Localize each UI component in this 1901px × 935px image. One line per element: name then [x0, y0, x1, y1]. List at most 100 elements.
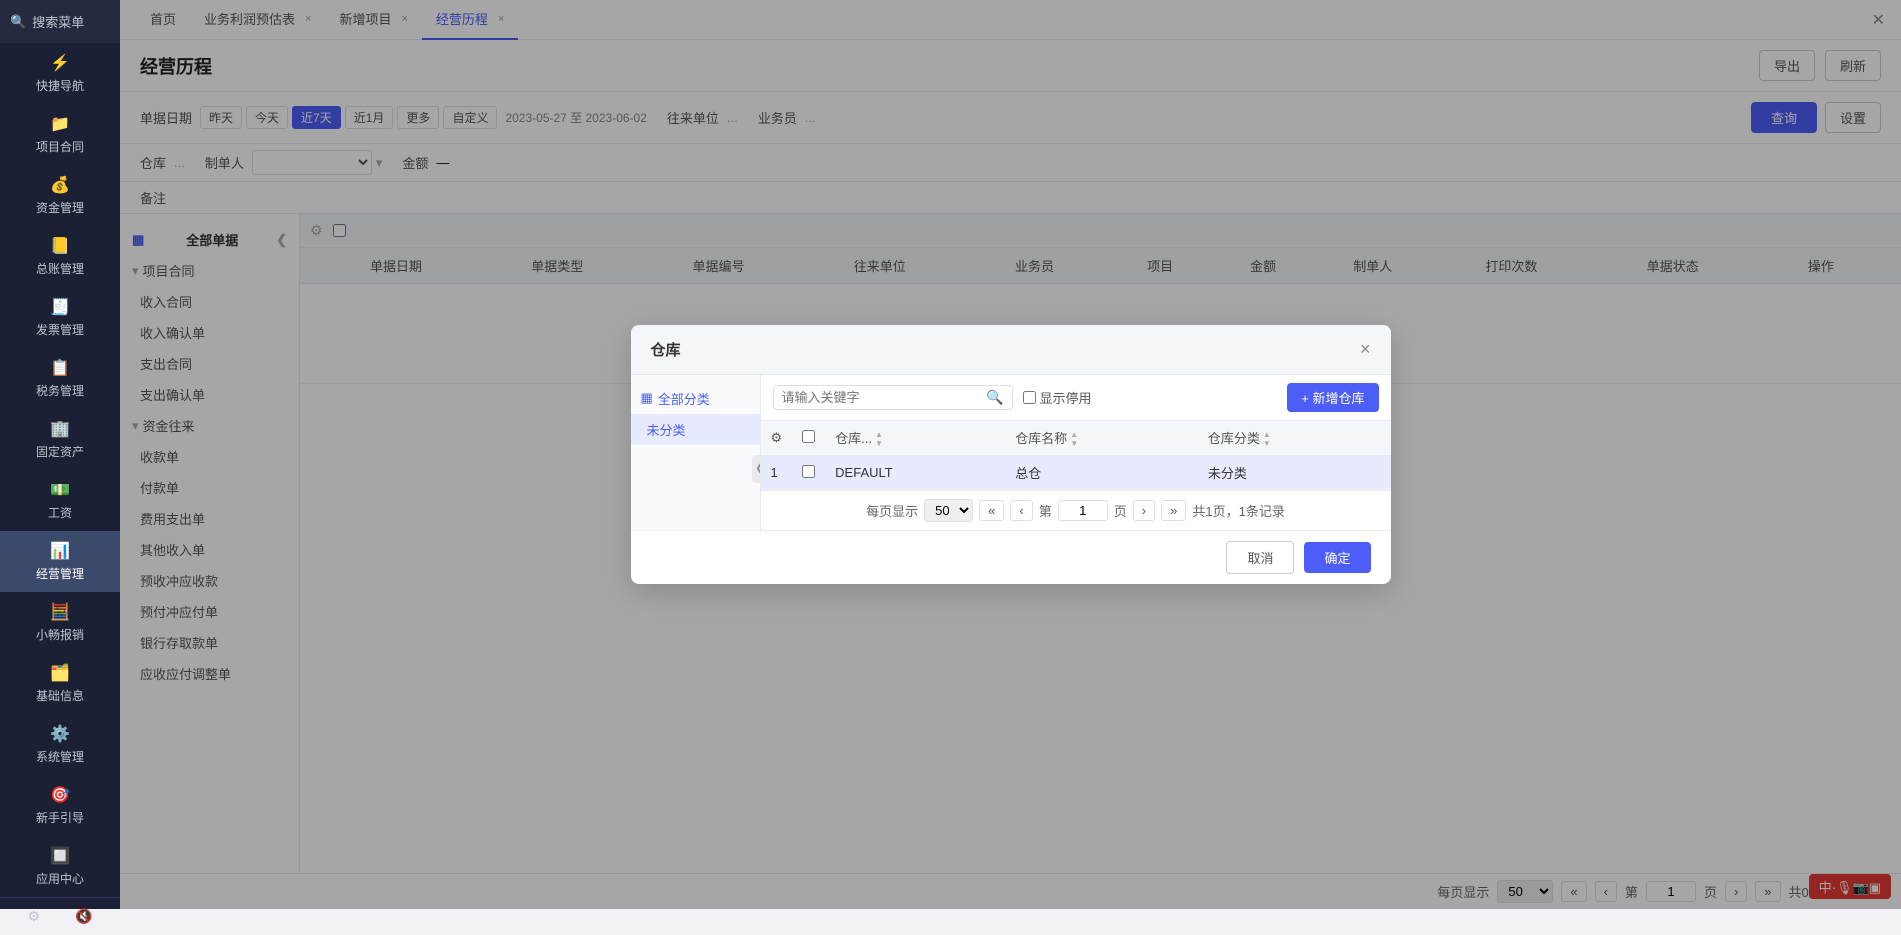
modal-last-page-btn[interactable]: » — [1161, 500, 1186, 521]
col-code: 仓库...▲▼ — [825, 421, 1005, 456]
modal-left-item-uncategorized[interactable]: 未分类 — [631, 414, 760, 445]
sidebar-item-label: 经营管理 — [36, 565, 84, 582]
main-area: 首页 业务利润预估表 × 新增项目 × 经营历程 × ✕ 经营历程 导出 刷新 … — [120, 0, 1901, 909]
modal-page-label-pre: 第 — [1039, 501, 1052, 520]
sidebar-item-label: 小畅报销 — [36, 626, 84, 643]
mute-icon[interactable]: 🔇 — [75, 908, 92, 925]
marketing-icon: 🧮 — [50, 602, 70, 622]
modal-warehouse-table: ⚙ 仓库...▲▼ 仓库名称▲▼ — [761, 421, 1391, 491]
biz-mgmt-icon: 📊 — [50, 541, 70, 561]
sidebar-item-label: 资金管理 — [36, 199, 84, 216]
row-index: 1 — [761, 456, 793, 490]
guide-icon: 🎯 — [50, 785, 70, 805]
col-category: 仓库分类▲▼ — [1198, 421, 1391, 456]
modal-left-collapse-btn[interactable]: ❮ — [752, 455, 761, 483]
modal-pager: 每页显示 50 « ‹ 第 页 › » 共1页，1条记录 — [761, 490, 1391, 530]
sidebar-item-app-center[interactable]: 🔲 应用中心 — [0, 836, 120, 897]
sidebar-item-marketing[interactable]: 🧮 小畅报销 — [0, 592, 120, 653]
modal-cancel-btn[interactable]: 取消 — [1226, 541, 1294, 574]
modal-all-label: 全部分类 — [658, 389, 710, 408]
sidebar-search-label: 搜索菜单 — [32, 12, 84, 31]
settings-icon[interactable]: ⚙ — [28, 908, 41, 925]
modal-all-category-btn[interactable]: ▦ 全部分类 — [631, 383, 760, 414]
app-center-icon: 🔲 — [50, 846, 70, 866]
modal-title: 仓库 — [651, 339, 681, 360]
modal-add-warehouse-btn[interactable]: + 新增仓库 — [1287, 383, 1378, 412]
col-name: 仓库名称▲▼ — [1005, 421, 1198, 456]
row-select-checkbox[interactable] — [802, 465, 815, 478]
grid-icon-modal: ▦ — [641, 390, 653, 406]
invoice-icon: 🧾 — [50, 297, 70, 317]
sidebar-item-label: 系统管理 — [36, 748, 84, 765]
sidebar-item-label: 税务管理 — [36, 382, 84, 399]
sidebar-item-sys-mgmt[interactable]: ⚙️ 系统管理 — [0, 714, 120, 775]
modal-first-page-btn[interactable]: « — [979, 500, 1004, 521]
show-disabled-label: 显示停用 — [1040, 388, 1092, 407]
sidebar-item-base-info[interactable]: 🗂️ 基础信息 — [0, 653, 120, 714]
sidebar: 🔍 搜索菜单 ⚡ 快捷导航 📁 项目合同 💰 资金管理 📒 总账管理 🧾 发票管… — [0, 0, 120, 909]
sidebar-item-label: 基础信息 — [36, 687, 84, 704]
modal-close-btn[interactable]: × — [1360, 339, 1371, 360]
modal-page-label: 页 — [1114, 501, 1127, 520]
col-checkbox-modal — [792, 421, 825, 456]
sidebar-item-label: 总账管理 — [36, 260, 84, 277]
modal-prev-page-btn[interactable]: ‹ — [1010, 500, 1032, 521]
modal-table-row[interactable]: 1 DEFAULT 总仓 未分类 — [761, 456, 1391, 490]
sidebar-item-guide[interactable]: 🎯 新手引导 — [0, 775, 120, 836]
quick-nav-icon: ⚡ — [50, 53, 70, 73]
modal-page-size-select[interactable]: 50 — [924, 499, 973, 522]
sidebar-item-label: 新手引导 — [36, 809, 84, 826]
modal-footer-actions: 取消 确定 — [631, 530, 1391, 584]
sidebar-item-label: 项目合同 — [36, 138, 84, 155]
show-disabled-wrap: 显示停用 — [1023, 388, 1092, 407]
modal-search-wrap: 🔍 — [773, 385, 1013, 410]
show-disabled-checkbox[interactable] — [1023, 391, 1036, 404]
row-checkbox — [792, 456, 825, 490]
modal-confirm-btn[interactable]: 确定 — [1304, 542, 1370, 573]
sidebar-item-salary[interactable]: 💵 工资 — [0, 470, 120, 531]
row-name: 总仓 — [1005, 456, 1198, 490]
row-code: DEFAULT — [825, 456, 1005, 490]
modal-search-icon: 🔍 — [986, 389, 1003, 406]
sidebar-item-label: 固定资产 — [36, 443, 84, 460]
sidebar-item-fund-mgmt[interactable]: 💰 资金管理 — [0, 165, 120, 226]
modal-page-size-label: 每页显示 — [866, 501, 918, 520]
sidebar-item-ledger-mgmt[interactable]: 📒 总账管理 — [0, 226, 120, 287]
project-icon: 📁 — [50, 114, 70, 134]
sidebar-item-tax-mgmt[interactable]: 📋 税务管理 — [0, 348, 120, 409]
warehouse-modal: 仓库 × ▦ 全部分类 未分类 ❮ — [631, 325, 1391, 585]
col-settings-modal: ⚙ — [761, 421, 793, 456]
tax-icon: 📋 — [50, 358, 70, 378]
modal-overlay: 仓库 × ▦ 全部分类 未分类 ❮ — [120, 0, 1901, 909]
row-category: 未分类 — [1198, 456, 1391, 490]
sidebar-item-label: 发票管理 — [36, 321, 84, 338]
modal-select-all[interactable] — [802, 430, 815, 443]
sys-mgmt-icon: ⚙️ — [50, 724, 70, 744]
fixed-assets-icon: 🏢 — [50, 419, 70, 439]
sidebar-item-invoice-mgmt[interactable]: 🧾 发票管理 — [0, 287, 120, 348]
modal-right-panel: 🔍 显示停用 + 新增仓库 — [761, 375, 1391, 531]
sidebar-item-label: 工资 — [48, 504, 72, 521]
sidebar-item-label: 应用中心 — [36, 870, 84, 887]
modal-search-input[interactable] — [782, 390, 987, 405]
sidebar-item-biz-mgmt[interactable]: 📊 经营管理 — [0, 531, 120, 592]
modal-next-page-btn[interactable]: › — [1133, 500, 1155, 521]
modal-table-wrap: ⚙ 仓库...▲▼ 仓库名称▲▼ — [761, 421, 1391, 491]
modal-header: 仓库 × — [631, 325, 1391, 375]
sidebar-item-quick-nav[interactable]: ⚡ 快捷导航 — [0, 43, 120, 104]
ledger-icon: 📒 — [50, 236, 70, 256]
base-info-icon: 🗂️ — [50, 663, 70, 683]
modal-total: 共1页，1条记录 — [1192, 501, 1284, 520]
modal-body: ▦ 全部分类 未分类 ❮ 🔍 — [631, 375, 1391, 531]
sidebar-search[interactable]: 🔍 搜索菜单 — [0, 0, 120, 43]
salary-icon: 💵 — [50, 480, 70, 500]
sidebar-bottom: ⚙ 🔇 — [0, 897, 120, 935]
modal-page-input[interactable] — [1058, 500, 1108, 521]
sidebar-item-fixed-assets[interactable]: 🏢 固定资产 — [0, 409, 120, 470]
search-icon: 🔍 — [10, 14, 26, 30]
sidebar-item-label: 快捷导航 — [36, 77, 84, 94]
sidebar-item-project-contract[interactable]: 📁 项目合同 — [0, 104, 120, 165]
modal-toolbar: 🔍 显示停用 + 新增仓库 — [761, 375, 1391, 421]
fund-icon: 💰 — [50, 175, 70, 195]
gear-icon-modal[interactable]: ⚙ — [771, 430, 783, 445]
